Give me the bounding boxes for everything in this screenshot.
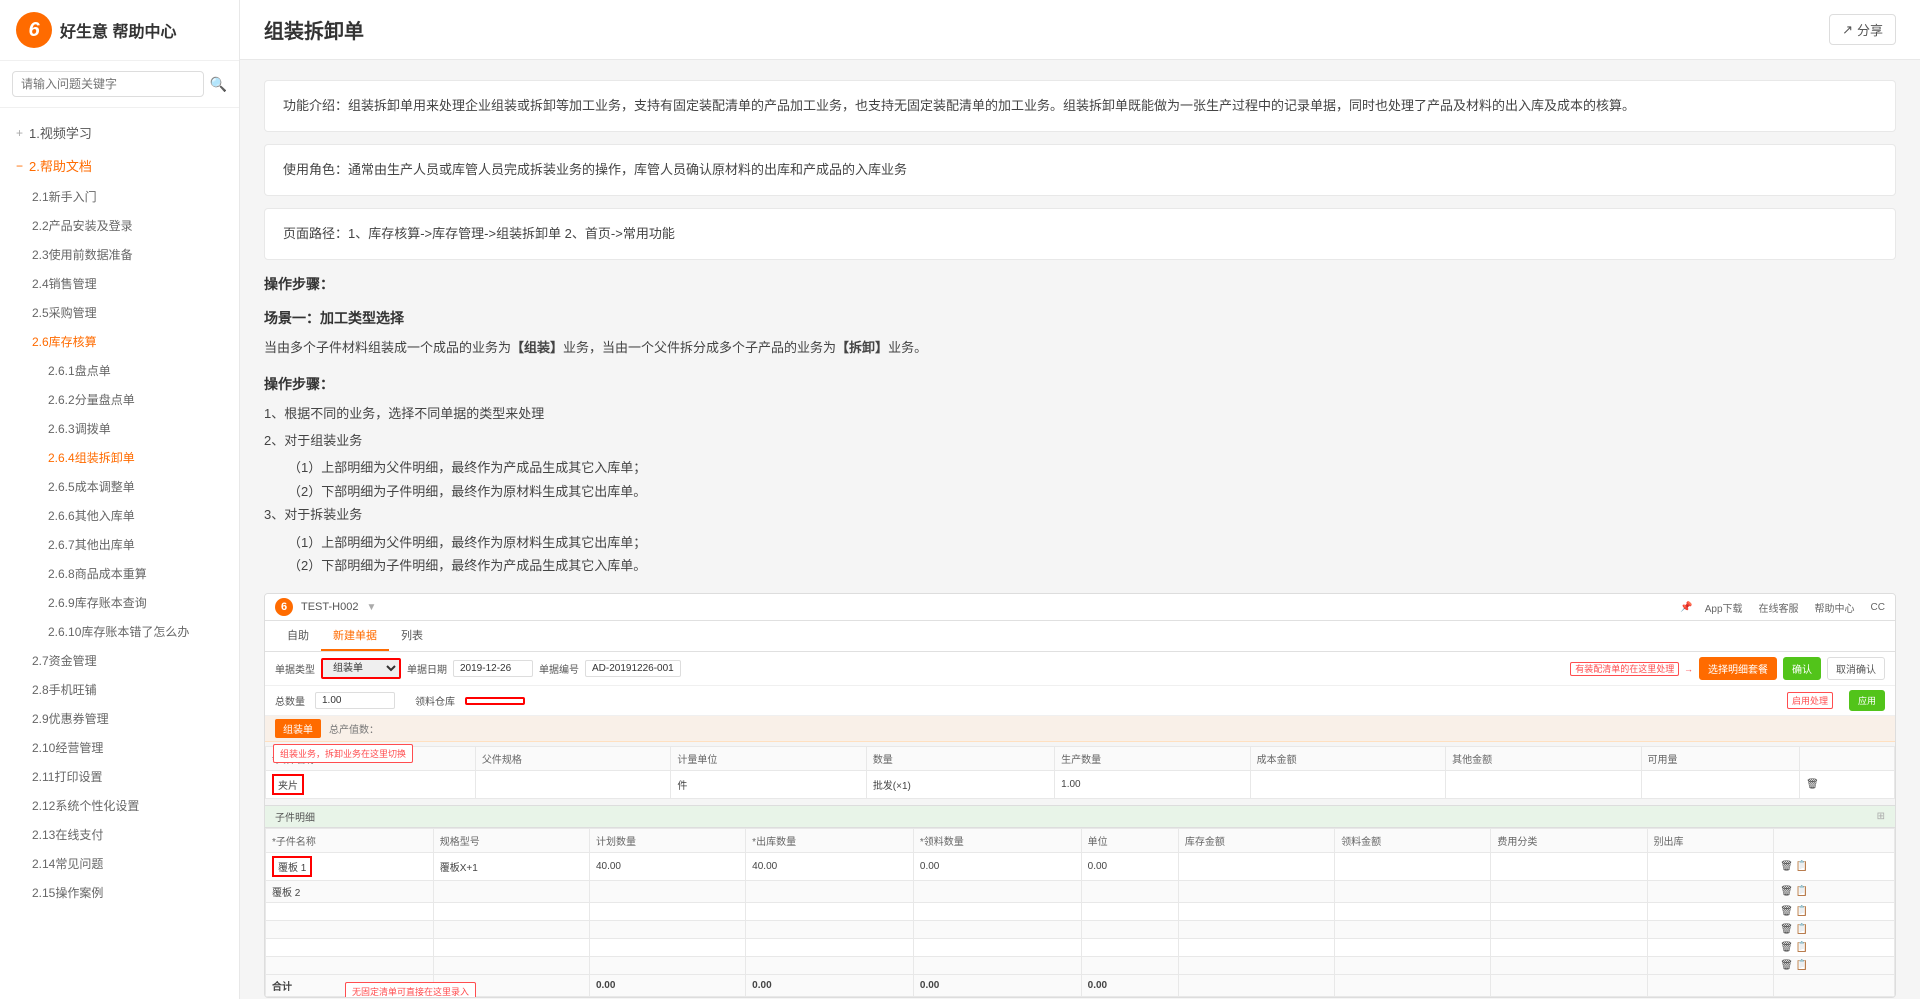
sidebar-item-cash[interactable]: 2.7资金管理 (0, 646, 239, 675)
intro-block-2: 使用角色：通常由生产人员或库管人员完成拆装业务的操作，库管人员确认原材料的出库和… (264, 144, 1896, 196)
nav-tree: + 1.视频学习 − 2.帮助文档 2.1新手入门 2.2产品安装及登录 2.3… (0, 108, 239, 999)
search-input[interactable] (12, 71, 204, 97)
annotation-process: 启用处理 (1787, 692, 1833, 709)
table-footer: 合计 0.00 0.00 0.00 0.00 (266, 975, 1895, 997)
mock-upper-table: *父件名称 父件规格 计量单位 数量 生产数量 成本金额 其他金额 可用量 (265, 746, 1895, 799)
sidebar-item-sales[interactable]: 2.4销售管理 (0, 269, 239, 298)
mock-date: 2019-12-26 (453, 660, 533, 677)
sidebar-item-cost-adjust[interactable]: 2.6.5成本调整单 (0, 472, 239, 501)
sidebar-item-partial-stocktake[interactable]: 2.6.2分量盘点单 (0, 385, 239, 414)
step-3-1: （1）上部明细为父件明细，最终作为原材料生成其它出库单； (264, 531, 1896, 554)
mock-tab-new[interactable]: 新建单据 (321, 621, 389, 651)
mock-lower-table: *子件名称 规格型号 计划数量 *出库数量 *领料数量 单位 库存金额 领料金额… (265, 828, 1895, 997)
sidebar-item-ops[interactable]: 2.10经营管理 (0, 733, 239, 762)
mock-code: AD-20191226-001 (585, 660, 681, 677)
step-1: 1、根据不同的业务，选择不同单据的类型来处理 (264, 402, 1896, 425)
mock-form-toolbar: 单据类型 组装单 拆卸单 单据日期 2019-12-26 单据编号 AD-201… (265, 652, 1895, 686)
screenshot-mockup: 6 TEST-H002 ▼ 📌 App下载 在线客服 帮助中心 CC 自助 新建… (264, 593, 1896, 998)
scene1-heading: 场景一：加工类型选择 (264, 308, 1896, 328)
site-title: 好生意 帮助中心 (60, 18, 176, 42)
main: 组装拆卸单 ↗ 分享 功能介绍：组装拆卸单用来处理企业组装或拆卸等加工业务，支持… (240, 0, 1920, 999)
sidebar-item-coupon[interactable]: 2.9优惠券管理 (0, 704, 239, 733)
mock-tab-list[interactable]: 列表 (389, 621, 435, 651)
sidebar-item-print[interactable]: 2.11打印设置 (0, 762, 239, 791)
mock-subheader: 组装单 总产值数： (265, 716, 1895, 742)
table-row: 夹片 件 批发(×1) 1.00 🗑 (266, 771, 1895, 799)
sidebar-item-other-out[interactable]: 2.6.7其他出库单 (0, 530, 239, 559)
mock-type-select[interactable]: 组装单 拆卸单 (321, 658, 401, 679)
path-block: 页面路径：1、库存核算->库存管理->组装拆卸单 2、首页->常用功能 (264, 208, 1896, 260)
sidebar-item-other-in[interactable]: 2.6.6其他入库单 (0, 501, 239, 530)
mock-lower-header: 子件明细 ⊞ (265, 805, 1895, 828)
search-box: 🔍 (0, 61, 239, 108)
intro-block-1: 功能介绍：组装拆卸单用来处理企业组装或拆卸等加工业务，支持有固定装配清单的产品加… (264, 80, 1896, 132)
table-row: 🗑 📋 (266, 939, 1895, 957)
intro-text-2: 使用角色：通常由生产人员或库管人员完成拆装业务的操作，库管人员确认原材料的出库和… (283, 162, 907, 177)
mock-select-btn[interactable]: 选择明细套餐 (1699, 657, 1777, 680)
mock-tab-self[interactable]: 自助 (275, 621, 321, 651)
step-3-2: （2）下部明细为子件明细，最终作为产成品生成其它入库单。 (264, 554, 1896, 577)
search-icon[interactable]: 🔍 (210, 76, 227, 93)
sidebar-item-new-user[interactable]: 2.1新手入门 (0, 182, 239, 211)
mock-cancel-btn[interactable]: 取消确认 (1827, 657, 1885, 680)
mock-upper-table-wrap: *父件名称 父件规格 计量单位 数量 生产数量 成本金额 其他金额 可用量 (265, 746, 1895, 799)
ops-heading: 操作步骤： (264, 274, 1896, 294)
annotation-clearance: 有装配清单的在这里处理 (1570, 662, 1679, 676)
sidebar-item-assembly[interactable]: 2.6.4组装拆卸单 (0, 443, 239, 472)
step-2-2: （2）下部明细为子件明细，最终作为原材料生成其它出库单。 (264, 480, 1896, 503)
sidebar-item-account-error[interactable]: 2.6.10库存账本错了怎么办 (0, 617, 239, 646)
main-header: 组装拆卸单 ↗ 分享 (240, 0, 1920, 60)
sidebar-item-faq[interactable]: 2.14常见问题 (0, 849, 239, 878)
sidebar-item-data-prep[interactable]: 2.3使用前数据准备 (0, 240, 239, 269)
sidebar-item-cases[interactable]: 2.15操作案例 (0, 878, 239, 907)
table-row: 🗑 📋 (266, 903, 1895, 921)
sidebar-item-goods-cost[interactable]: 2.6.8商品成本重算 (0, 559, 239, 588)
annotation-switch: 组装业务，拆卸业务在这里切换 (273, 744, 413, 763)
content-area: 功能介绍：组装拆卸单用来处理企业组装或拆卸等加工业务，支持有固定装配清单的产品加… (240, 60, 1920, 999)
sidebar-item-transfer[interactable]: 2.6.3调拨单 (0, 414, 239, 443)
mock-nav: 自助 新建单据 列表 (265, 621, 1895, 652)
mock-topbar: 6 TEST-H002 ▼ 📌 App下载 在线客服 帮助中心 CC (265, 594, 1895, 621)
sidebar-item-purchase[interactable]: 2.5采购管理 (0, 298, 239, 327)
sidebar-item-stocktake[interactable]: 2.6.1盘点单 (0, 356, 239, 385)
sidebar-item-mobile[interactable]: 2.8手机旺铺 (0, 675, 239, 704)
logo: 6 (16, 12, 52, 48)
table-row: 覆板 1 覆板X+1 40.00 40.00 0.00 0.00 🗑 (266, 853, 1895, 881)
table-row: 🗑 📋 (266, 957, 1895, 975)
table-row: 🗑 📋 (266, 921, 1895, 939)
step-3: 3、对于拆装业务 (264, 503, 1896, 526)
page-title: 组装拆卸单 (264, 15, 364, 44)
mock-warehouse-input[interactable] (465, 697, 525, 705)
sidebar-item-stock-check[interactable]: 2.6.9库存账本查询 (0, 588, 239, 617)
mock-form-row: 总数量 1.00 领料仓库 启用处理 应用 (265, 686, 1895, 716)
sidebar-item-video[interactable]: + 1.视频学习 (0, 116, 239, 149)
mock-company: TEST-H002 (301, 601, 358, 613)
sidebar-item-custom[interactable]: 2.12系统个性化设置 (0, 791, 239, 820)
mock-apply-btn[interactable]: 应用 (1849, 690, 1885, 711)
sidebar-item-inventory[interactable]: 2.6库存核算 (0, 327, 239, 356)
sidebar-item-online-pay[interactable]: 2.13在线支付 (0, 820, 239, 849)
intro-text-1: 功能介绍：组装拆卸单用来处理企业组装或拆卸等加工业务，支持有固定装配清单的产品加… (283, 98, 1635, 113)
scene1-desc: 当由多个子件材料组装成一个成品的业务为【组装】业务，当由一个父件拆分成多个子产品… (264, 336, 1896, 359)
sidebar-item-install[interactable]: 2.2产品安装及登录 (0, 211, 239, 240)
table-row: 覆板 2 🗑 📋 (266, 881, 1895, 903)
share-button[interactable]: ↗ 分享 (1829, 14, 1896, 45)
sidebar: 6 好生意 帮助中心 🔍 + 1.视频学习 − 2.帮助文档 2.1新手入门 2… (0, 0, 240, 999)
mock-confirm-btn[interactable]: 确认 (1783, 657, 1821, 680)
annotation-no-clearance: 无固定清单可直接在这里录入 (345, 982, 476, 998)
path-text: 页面路径：1、库存核算->库存管理->组装拆卸单 2、首页->常用功能 (283, 226, 675, 241)
steps-heading: 操作步骤： (264, 374, 1896, 394)
sidebar-item-help-docs[interactable]: − 2.帮助文档 (0, 149, 239, 182)
step-2-1: （1）上部明细为父件明细，最终作为产成品生成其它入库单； (264, 456, 1896, 479)
sidebar-header: 6 好生意 帮助中心 (0, 0, 239, 61)
step-2: 2、对于组装业务 (264, 429, 1896, 452)
